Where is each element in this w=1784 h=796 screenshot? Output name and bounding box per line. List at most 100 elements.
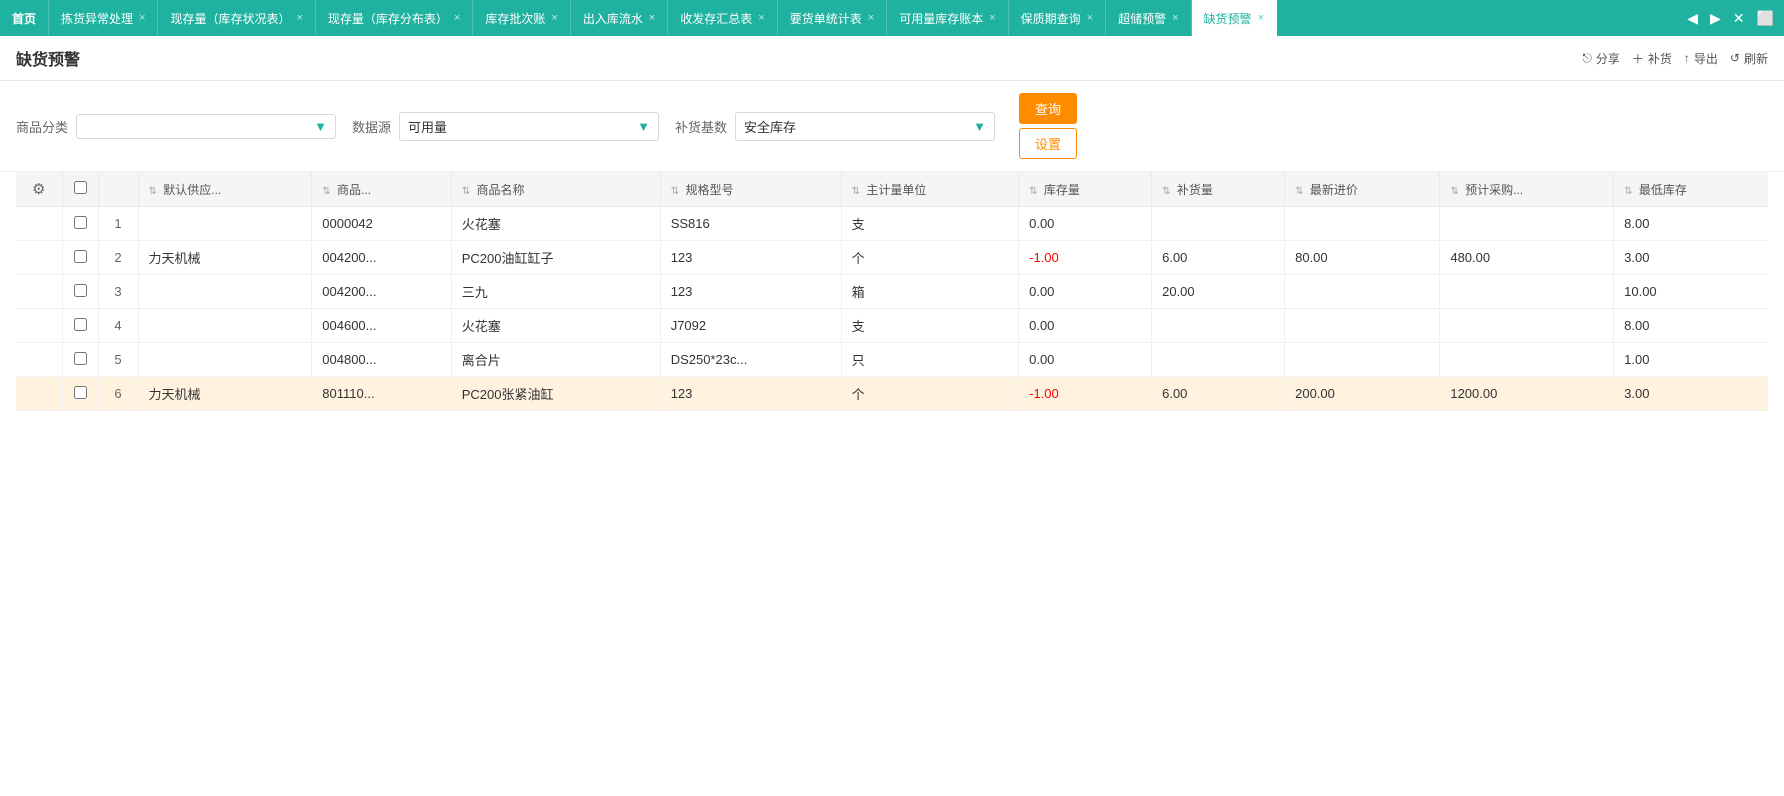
row-min-stock-cell: 1.00 <box>1614 343 1768 377</box>
tab-nav-controls: ◀ ▶ ✕ ⬜ <box>1677 8 1784 29</box>
export-icon: ↑ <box>1684 51 1690 65</box>
filter-group-datasource: 数据源 可用量 ▼ <box>352 112 659 141</box>
table-body: 1 0000042 火花塞 SS816 支 0.00 8.00 2 力天机械 0… <box>16 207 1768 411</box>
replenish-button[interactable]: ＋ 补货 <box>1632 50 1672 67</box>
row-goods-name-cell: 火花塞 <box>451 207 660 241</box>
row-goods-code-cell: 0000042 <box>312 207 451 241</box>
page-header: 缺货预警 ⎋ 分享 ＋ 补货 ↑ 导出 ↺ 刷新 <box>0 36 1784 81</box>
share-button[interactable]: ⎋ 分享 <box>1582 50 1620 67</box>
select-all-checkbox[interactable] <box>74 181 87 194</box>
tab-abnormal[interactable]: 拣货异常处理 × <box>49 0 158 36</box>
tab-home[interactable]: 首页 <box>0 0 49 36</box>
row-latest-price-cell: 200.00 <box>1285 377 1440 411</box>
tab-close-batch-account[interactable]: × <box>551 12 557 24</box>
row-supplier-cell <box>138 275 312 309</box>
sort-icon-unit: ⇅ <box>852 186 860 197</box>
col-check-header[interactable] <box>62 172 98 207</box>
sort-icon-min: ⇅ <box>1624 186 1632 197</box>
row-checkbox[interactable] <box>74 318 87 331</box>
tab-available-ledger[interactable]: 可用量库存账本 × <box>887 0 1008 36</box>
table-row: 3 004200... 三九 123 箱 0.00 20.00 10.00 <box>16 275 1768 309</box>
tab-overstock[interactable]: 超储预警 × <box>1106 0 1191 36</box>
col-goods-code-header[interactable]: ⇅ 商品... <box>312 172 451 207</box>
row-spec-cell: 123 <box>660 275 841 309</box>
tab-close-order-stats[interactable]: × <box>868 12 874 24</box>
row-check-cell[interactable] <box>62 275 98 309</box>
col-est-purchase-header[interactable]: ⇅ 预计采购... <box>1440 172 1614 207</box>
query-button[interactable]: 查询 <box>1019 93 1077 124</box>
row-supplier-cell <box>138 207 312 241</box>
tab-shortage[interactable]: 缺货预警 × <box>1192 0 1277 36</box>
tab-expiry-query[interactable]: 保质期查询 × <box>1009 0 1106 36</box>
tab-inout-flow[interactable]: 出入库流水 × <box>571 0 668 36</box>
col-latest-price-header[interactable]: ⇅ 最新进价 <box>1285 172 1440 207</box>
row-check-cell[interactable] <box>62 343 98 377</box>
tab-prev-button[interactable]: ◀ <box>1681 8 1704 29</box>
tab-close-inventory-dist[interactable]: × <box>454 12 460 24</box>
row-check-cell[interactable] <box>62 309 98 343</box>
row-check-cell[interactable] <box>62 241 98 275</box>
sort-icon-name: ⇅ <box>462 186 470 197</box>
row-settings-cell <box>16 241 62 275</box>
row-supplier-cell: 力天机械 <box>138 241 312 275</box>
refresh-button[interactable]: ↺ 刷新 <box>1730 50 1768 67</box>
tab-close-overstock[interactable]: × <box>1172 12 1178 24</box>
row-checkbox[interactable] <box>74 352 87 365</box>
tab-close-inventory-status[interactable]: × <box>296 12 302 24</box>
row-min-stock-cell: 3.00 <box>1614 241 1768 275</box>
tab-close-shortage[interactable]: × <box>1258 12 1264 24</box>
tab-close-abnormal[interactable]: × <box>139 12 145 24</box>
datasource-select[interactable]: 可用量 ▼ <box>399 112 659 141</box>
replenish-base-select[interactable]: 安全库存 ▼ <box>735 112 995 141</box>
col-min-stock-header[interactable]: ⇅ 最低库存 <box>1614 172 1768 207</box>
tab-close-available-ledger[interactable]: × <box>989 12 995 24</box>
row-check-cell[interactable] <box>62 377 98 411</box>
export-button[interactable]: ↑ 导出 <box>1684 50 1718 67</box>
col-supplier-header[interactable]: ⇅ 默认供应... <box>138 172 312 207</box>
tab-close-inout-flow[interactable]: × <box>649 12 655 24</box>
row-spec-cell: 123 <box>660 377 841 411</box>
category-value <box>85 119 89 134</box>
tab-inventory-dist[interactable]: 现存量（库存分布表） × <box>316 0 473 36</box>
tab-fullscreen-button[interactable]: ⬜ <box>1751 8 1780 29</box>
tab-receive-summary[interactable]: 收发存汇总表 × <box>668 0 777 36</box>
row-checkbox[interactable] <box>74 216 87 229</box>
col-unit-header[interactable]: ⇅ 主计量单位 <box>841 172 1018 207</box>
settings-button[interactable]: 设置 <box>1019 128 1077 159</box>
gear-icon[interactable]: ⚙ <box>32 181 45 198</box>
col-stock-qty-header[interactable]: ⇅ 库存量 <box>1019 172 1152 207</box>
row-replenish-qty-cell: 20.00 <box>1152 275 1285 309</box>
row-checkbox[interactable] <box>74 386 87 399</box>
tab-batch-account[interactable]: 库存批次账 × <box>473 0 570 36</box>
row-checkbox[interactable] <box>74 284 87 297</box>
category-arrow-icon: ▼ <box>314 119 327 134</box>
tab-close-all-button[interactable]: ✕ <box>1727 8 1751 29</box>
col-goods-name-header[interactable]: ⇅ 商品名称 <box>451 172 660 207</box>
table-row: 2 力天机械 004200... PC200油缸缸子 123 个 -1.00 6… <box>16 241 1768 275</box>
tab-inventory-status[interactable]: 现存量（库存状况表） × <box>158 0 315 36</box>
row-check-cell[interactable] <box>62 207 98 241</box>
row-spec-cell: 123 <box>660 241 841 275</box>
row-checkbox[interactable] <box>74 250 87 263</box>
tab-close-receive-summary[interactable]: × <box>758 12 764 24</box>
filter-group-replenish-base: 补货基数 安全库存 ▼ <box>675 112 995 141</box>
replenish-icon: ＋ <box>1632 50 1644 67</box>
replenish-base-label: 补货基数 <box>675 117 727 136</box>
row-replenish-qty-cell <box>1152 309 1285 343</box>
category-select[interactable]: ▼ <box>76 114 336 139</box>
row-settings-cell <box>16 275 62 309</box>
row-unit-cell: 个 <box>841 241 1018 275</box>
tab-close-expiry-query[interactable]: × <box>1087 12 1093 24</box>
col-replenish-qty-header[interactable]: ⇅ 补货量 <box>1152 172 1285 207</box>
row-unit-cell: 只 <box>841 343 1018 377</box>
table-row: 1 0000042 火花塞 SS816 支 0.00 8.00 <box>16 207 1768 241</box>
share-icon: ⎋ <box>1582 51 1592 66</box>
row-est-purchase-cell <box>1440 207 1614 241</box>
row-replenish-qty-cell <box>1152 207 1285 241</box>
tab-next-button[interactable]: ▶ <box>1704 8 1727 29</box>
data-table: ⚙ ⇅ 默认供应... ⇅ 商品... ⇅ <box>16 172 1768 411</box>
col-settings-header[interactable]: ⚙ <box>16 172 62 207</box>
tab-order-stats[interactable]: 要货单统计表 × <box>778 0 887 36</box>
row-est-purchase-cell: 1200.00 <box>1440 377 1614 411</box>
col-spec-header[interactable]: ⇅ 规格型号 <box>660 172 841 207</box>
